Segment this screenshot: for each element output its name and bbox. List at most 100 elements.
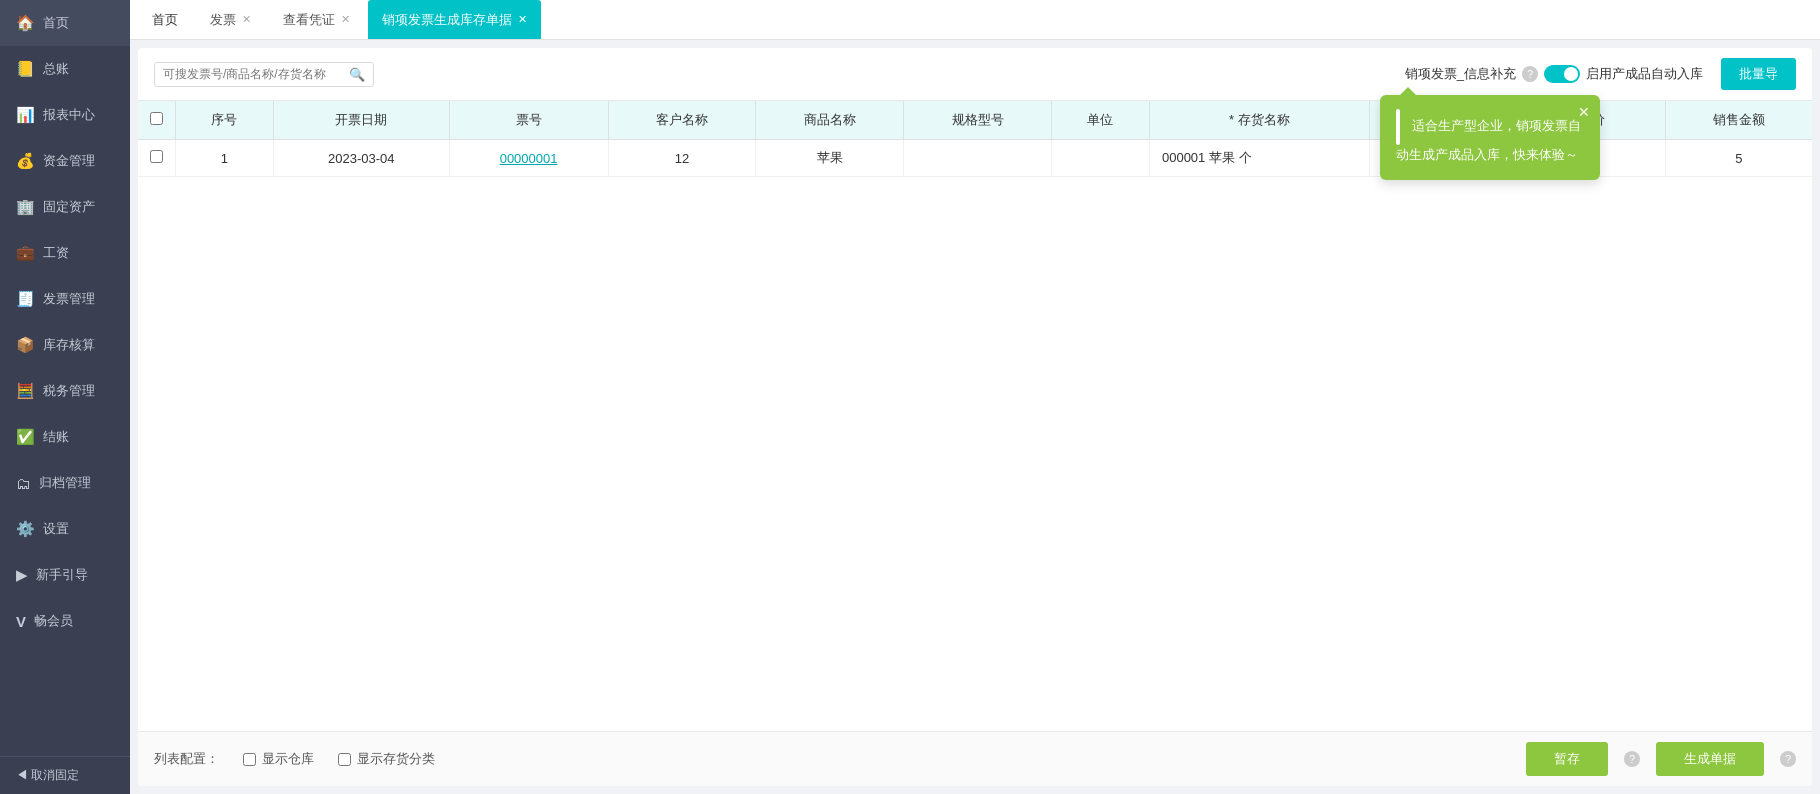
- header-amount: 销售金额: [1665, 101, 1812, 140]
- bottom-actions: 暂存 ? 生成单据 ?: [1526, 742, 1796, 776]
- show-warehouse-checkbox[interactable]: [243, 753, 256, 766]
- pin-icon: ◀: [16, 768, 28, 782]
- row-number[interactable]: 00000001: [449, 140, 608, 177]
- sidebar-item-reports[interactable]: 📊 报表中心: [0, 92, 130, 138]
- sidebar-item-invoice[interactable]: 🧾 发票管理: [0, 276, 130, 322]
- row-spec: [904, 140, 1052, 177]
- info-help-icon[interactable]: ?: [1522, 66, 1538, 82]
- tooltip-popup: ✕ 适合生产型企业，销项发票自动生成产成品入库，快来体验～: [1380, 95, 1600, 180]
- header-spec: 规格型号: [904, 101, 1052, 140]
- sidebar-item-ledger[interactable]: 📒 总账: [0, 46, 130, 92]
- tab-bar: 首页 发票 ✕ 查看凭证 ✕ 销项发票生成库存单据 ✕: [130, 0, 1820, 40]
- header-customer: 客户名称: [608, 101, 756, 140]
- sidebar-item-label: 新手引导: [36, 566, 88, 584]
- header-seq: 序号: [176, 101, 274, 140]
- row-seq: 1: [176, 140, 274, 177]
- header-product: 商品名称: [756, 101, 904, 140]
- tab-voucher[interactable]: 查看凭证 ✕: [269, 0, 364, 39]
- row-unit: [1052, 140, 1150, 177]
- search-box[interactable]: 🔍: [154, 62, 374, 87]
- show-warehouse-text: 显示仓库: [262, 750, 314, 768]
- home-icon: 🏠: [16, 14, 35, 32]
- row-checkbox-cell: [138, 140, 176, 177]
- tab-inventory-form-close[interactable]: ✕: [518, 13, 527, 26]
- toolbar-info: 销项发票_信息补充 ? ✕ 适合生产型企业，销项发票自动生成产成品入库，快来体验…: [1405, 58, 1796, 90]
- show-warehouse-label[interactable]: 显示仓库: [243, 750, 314, 768]
- sidebar-item-label: 报表中心: [43, 106, 95, 124]
- generate-button[interactable]: 生成单据: [1656, 742, 1764, 776]
- settlement-icon: ✅: [16, 428, 35, 446]
- unpin-label: 取消固定: [31, 768, 79, 782]
- tab-voucher-close[interactable]: ✕: [341, 13, 350, 26]
- sidebar-item-label: 工资: [43, 244, 69, 262]
- fund-icon: 💰: [16, 152, 35, 170]
- sidebar-item-guide[interactable]: ▶ 新手引导: [0, 552, 130, 598]
- row-inventory[interactable]: 000001 苹果 个: [1149, 140, 1369, 177]
- show-category-label[interactable]: 显示存货分类: [338, 750, 435, 768]
- ticket-number-link[interactable]: 00000001: [500, 151, 558, 166]
- table-wrap: 序号 开票日期 票号 客户名称 商品名称 规格型号 单位 * 存货名称 数量 销…: [138, 101, 1812, 731]
- sidebar-item-inventory[interactable]: 📦 库存核算: [0, 322, 130, 368]
- toolbar: 🔍 销项发票_信息补充 ? ✕ 适合生产型企业，销项发票自动生成产成品入库，快来…: [138, 48, 1812, 101]
- toggle-container: ✕ 适合生产型企业，销项发票自动生成产成品入库，快来体验～: [1544, 65, 1580, 83]
- tab-home[interactable]: 首页: [138, 0, 192, 39]
- sidebar-item-label: 畅会员: [34, 612, 73, 630]
- show-category-checkbox[interactable]: [338, 753, 351, 766]
- tab-inventory-form[interactable]: 销项发票生成库存单据 ✕: [368, 0, 541, 39]
- sidebar-item-salary[interactable]: 💼 工资: [0, 230, 130, 276]
- tab-invoice-close[interactable]: ✕: [242, 13, 251, 26]
- tax-icon: 🧮: [16, 382, 35, 400]
- row-date: 2023-03-04: [273, 140, 449, 177]
- sidebar-item-settings[interactable]: ⚙️ 设置: [0, 506, 130, 552]
- sidebar-item-settlement[interactable]: ✅ 结账: [0, 414, 130, 460]
- search-icon: 🔍: [349, 67, 365, 82]
- header-unit: 单位: [1052, 101, 1150, 140]
- sidebar-item-label: 首页: [43, 14, 69, 32]
- archive-icon: 🗂: [16, 475, 31, 492]
- sidebar-item-archive[interactable]: 🗂 归档管理: [0, 460, 130, 506]
- generate-help-icon[interactable]: ?: [1780, 751, 1796, 767]
- page-content: 🔍 销项发票_信息补充 ? ✕ 适合生产型企业，销项发票自动生成产成品入库，快来…: [138, 48, 1812, 786]
- row-amount: 5: [1665, 140, 1812, 177]
- sidebar-item-home[interactable]: 🏠 首页: [0, 0, 130, 46]
- sidebar-item-assets[interactable]: 🏢 固定资产: [0, 184, 130, 230]
- tab-voucher-label: 查看凭证: [283, 11, 335, 29]
- header-number: 票号: [449, 101, 608, 140]
- sidebar-item-fund[interactable]: 💰 资金管理: [0, 138, 130, 184]
- tab-home-label: 首页: [152, 11, 178, 29]
- search-input[interactable]: [163, 67, 343, 81]
- sidebar-item-label: 税务管理: [43, 382, 95, 400]
- tooltip-text: 适合生产型企业，销项发票自动生成产成品入库，快来体验～: [1396, 118, 1581, 162]
- row-customer: 12: [608, 140, 756, 177]
- reports-icon: 📊: [16, 106, 35, 124]
- sidebar-item-label: 发票管理: [43, 290, 95, 308]
- sidebar-item-label: 归档管理: [39, 474, 91, 492]
- sidebar-item-member[interactable]: V 畅会员: [0, 598, 130, 644]
- toggle-label: 启用产成品自动入库: [1586, 65, 1703, 83]
- show-category-text: 显示存货分类: [357, 750, 435, 768]
- guide-icon: ▶: [16, 566, 28, 584]
- row-checkbox[interactable]: [150, 150, 163, 163]
- save-help-icon[interactable]: ?: [1624, 751, 1640, 767]
- settings-icon: ⚙️: [16, 520, 35, 538]
- batch-button[interactable]: 批量导: [1721, 58, 1796, 90]
- sidebar-item-tax[interactable]: 🧮 税务管理: [0, 368, 130, 414]
- tooltip-close-button[interactable]: ✕: [1578, 101, 1590, 123]
- row-product: 苹果: [756, 140, 904, 177]
- list-config-label: 列表配置：: [154, 750, 219, 768]
- save-button[interactable]: 暂存: [1526, 742, 1608, 776]
- bottom-bar: 列表配置： 显示仓库 显示存货分类 暂存 ? 生成单据 ?: [138, 731, 1812, 786]
- invoice-icon: 🧾: [16, 290, 35, 308]
- header-checkbox-col: [138, 101, 176, 140]
- assets-icon: 🏢: [16, 198, 35, 216]
- header-date: 开票日期: [273, 101, 449, 140]
- sidebar-pin-toggle[interactable]: ◀ 取消固定: [0, 756, 130, 794]
- auto-warehouse-toggle[interactable]: [1544, 65, 1580, 83]
- inventory-icon: 📦: [16, 336, 35, 354]
- tab-invoice[interactable]: 发票 ✕: [196, 0, 265, 39]
- sidebar-item-label: 库存核算: [43, 336, 95, 354]
- info-label: 销项发票_信息补充: [1405, 65, 1516, 83]
- select-all-checkbox[interactable]: [150, 112, 163, 125]
- tooltip-bar: [1396, 109, 1400, 145]
- tab-inventory-form-label: 销项发票生成库存单据: [382, 11, 512, 29]
